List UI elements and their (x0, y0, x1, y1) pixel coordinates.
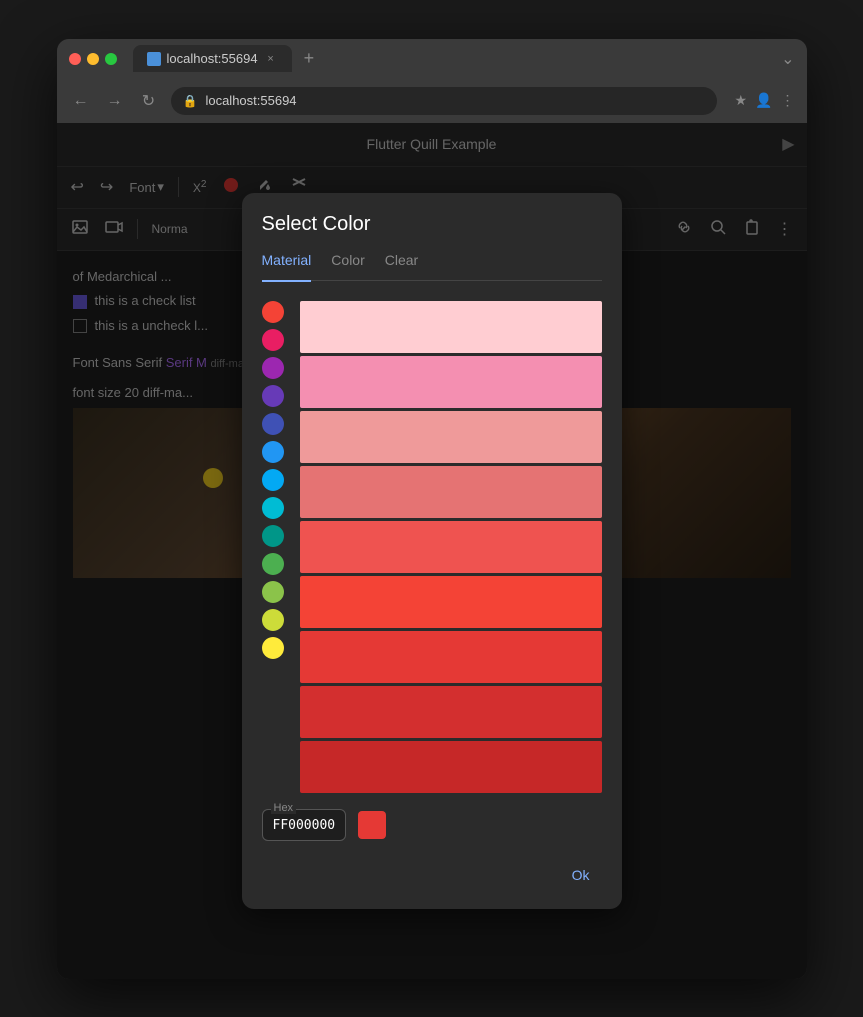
swatch-50[interactable] (300, 301, 602, 353)
browser-window: localhost:55694 × + ⌄ ← → ↻ 🔒 localhost:… (57, 39, 807, 979)
dialog-title: Select Color (262, 213, 602, 236)
hex-row: Hex FF000000 (262, 809, 602, 841)
swatch-400[interactable] (300, 521, 602, 573)
color-dot-lime[interactable] (262, 609, 284, 631)
tab-clear[interactable]: Clear (385, 252, 418, 272)
tab-material[interactable]: Material (262, 252, 312, 282)
browser-tab[interactable]: localhost:55694 × (133, 45, 292, 72)
color-dot-light-blue[interactable] (262, 469, 284, 491)
swatch-500[interactable] (300, 576, 602, 628)
swatch-200[interactable] (300, 411, 602, 463)
color-dot-blue[interactable] (262, 441, 284, 463)
browser-addressbar: ← → ↻ 🔒 localhost:55694 ★ 👤 ⋮ (57, 79, 807, 123)
modal-overlay: Select Color Material Color Clear (57, 123, 807, 979)
forward-button[interactable]: → (103, 92, 127, 110)
color-dot-indigo[interactable] (262, 413, 284, 435)
swatch-300[interactable] (300, 466, 602, 518)
color-dots-column (262, 301, 284, 793)
url-text: localhost:55694 (205, 93, 296, 108)
swatch-100[interactable] (300, 356, 602, 408)
tab-color[interactable]: Color (331, 252, 364, 272)
traffic-lights (69, 53, 117, 65)
lock-icon: 🔒 (183, 94, 198, 108)
hex-label: Hex (271, 802, 297, 814)
color-dot-deep-purple[interactable] (262, 385, 284, 407)
color-swatches-column (300, 301, 602, 793)
tab-title-text: localhost:55694 (167, 51, 258, 66)
bookmark-icon[interactable]: ★ (735, 92, 748, 109)
close-button[interactable] (69, 53, 81, 65)
color-dot-purple[interactable] (262, 357, 284, 379)
profile-icon[interactable]: 👤 (755, 92, 772, 109)
hex-value[interactable]: FF000000 (273, 818, 336, 833)
color-dialog: Select Color Material Color Clear (242, 193, 622, 909)
new-tab-button[interactable]: + (304, 48, 315, 69)
color-dot-yellow[interactable] (262, 637, 284, 659)
reload-button[interactable]: ↻ (137, 91, 161, 111)
dialog-tabs: Material Color Clear (262, 252, 602, 281)
swatch-700[interactable] (300, 686, 602, 738)
color-dot-cyan[interactable] (262, 497, 284, 519)
more-options-icon[interactable]: ⋮ (781, 92, 795, 109)
color-picker-body (262, 301, 602, 793)
browser-titlebar: localhost:55694 × + ⌄ (57, 39, 807, 79)
color-dot-light-green[interactable] (262, 581, 284, 603)
hex-color-preview[interactable] (358, 811, 386, 839)
address-actions: ★ 👤 ⋮ (735, 92, 795, 109)
color-dot-teal[interactable] (262, 525, 284, 547)
address-bar[interactable]: 🔒 localhost:55694 (171, 87, 717, 115)
app-content: Flutter Quill Example ▶ ↩ ↪ Font ▾ X2 (57, 123, 807, 979)
color-dot-pink[interactable] (262, 329, 284, 351)
tab-favicon (147, 52, 161, 66)
swatch-600[interactable] (300, 631, 602, 683)
maximize-button[interactable] (105, 53, 117, 65)
dialog-footer: Ok (262, 861, 602, 889)
tab-close-button[interactable]: × (264, 52, 278, 66)
color-dot-red[interactable] (262, 301, 284, 323)
back-button[interactable]: ← (69, 92, 93, 110)
minimize-button[interactable] (87, 53, 99, 65)
color-dot-green[interactable] (262, 553, 284, 575)
ok-button[interactable]: Ok (560, 861, 602, 889)
swatch-800[interactable] (300, 741, 602, 793)
tab-menu-button[interactable]: ⌄ (781, 49, 794, 69)
hex-input-wrapper: Hex FF000000 (262, 809, 347, 841)
flutter-app: Flutter Quill Example ▶ ↩ ↪ Font ▾ X2 (57, 123, 807, 979)
